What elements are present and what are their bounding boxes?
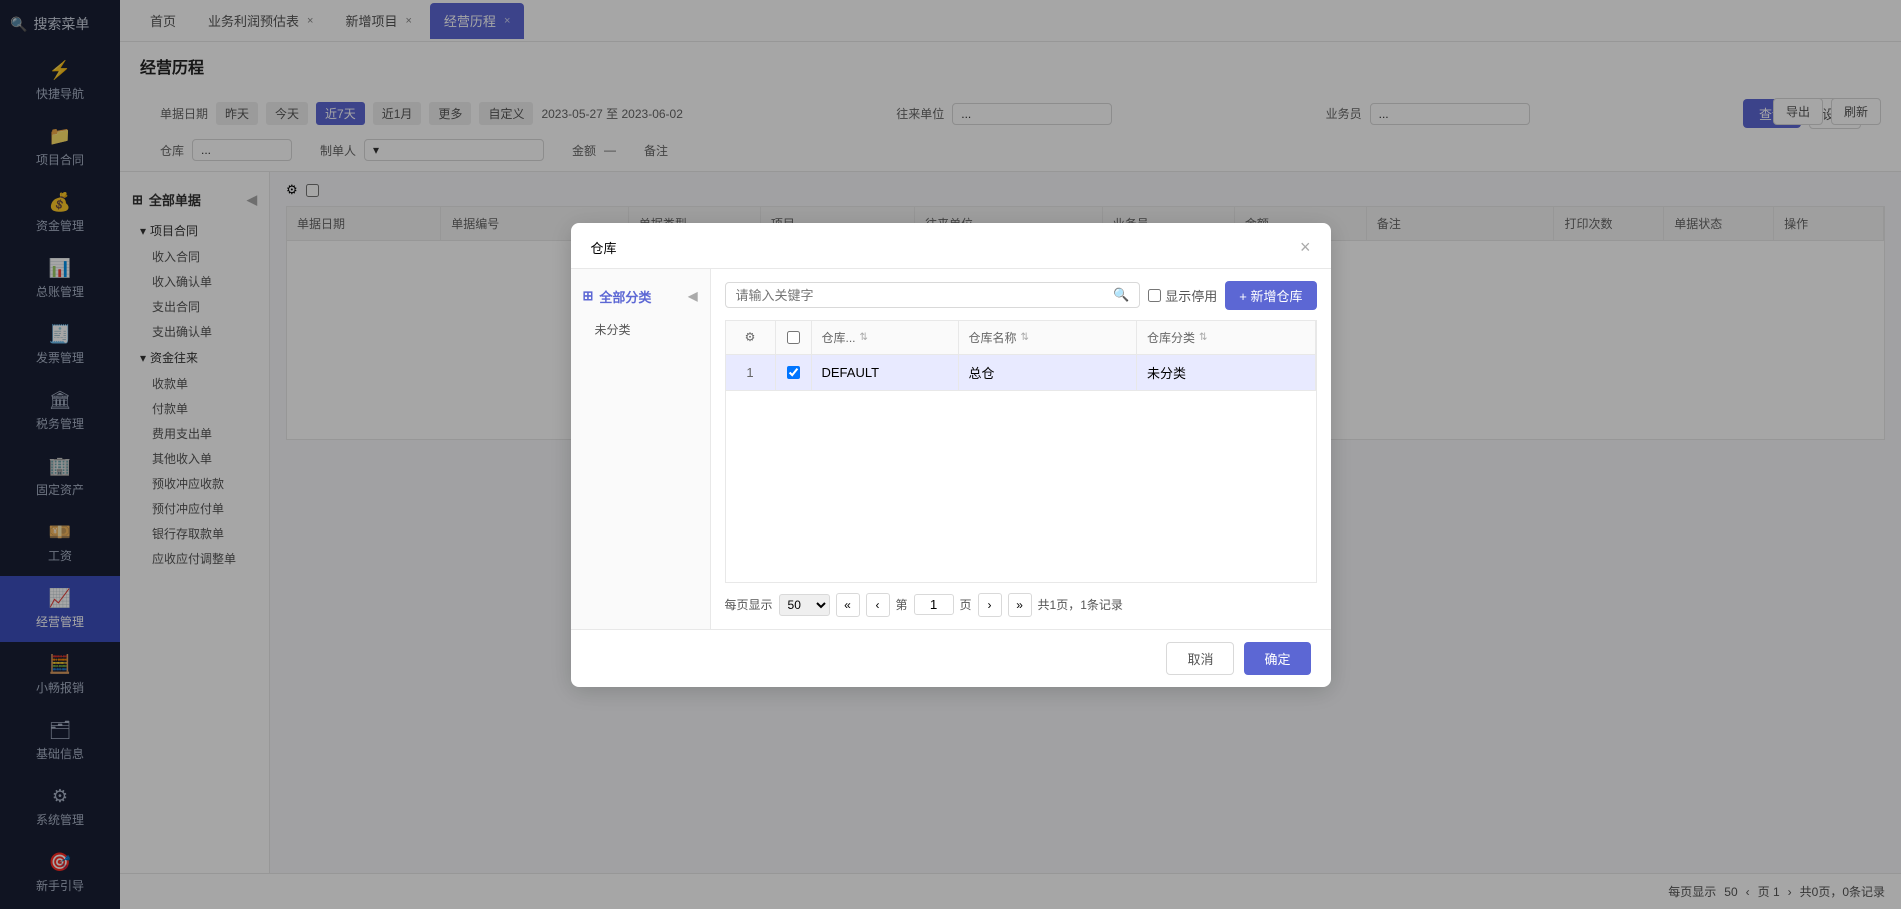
- row-category: 未分类: [1137, 355, 1316, 390]
- modal-search-box[interactable]: 🔍: [725, 282, 1141, 308]
- modal-th-category: 仓库分类 ⇅: [1137, 321, 1316, 354]
- cat-sort-icon[interactable]: ⇅: [1199, 332, 1207, 343]
- row-checkbox[interactable]: [776, 355, 812, 390]
- modal-per-page-label: 每页显示: [725, 596, 773, 613]
- modal-first-page[interactable]: «: [836, 593, 860, 617]
- table-row[interactable]: 1 DEFAULT 总仓 未分类: [726, 355, 1316, 391]
- warehouse-modal: 仓库 × ⊞ 全部分类 ◀ 未分类 🔍 显示停用: [571, 223, 1331, 687]
- modal-left-all-category[interactable]: ⊞ 全部分类 ◀: [571, 279, 710, 314]
- modal-table: ⚙ 仓库... ⇅ 仓库名称 ⇅ 仓库分类 ⇅: [725, 320, 1317, 583]
- modal-search-input[interactable]: [736, 288, 1108, 303]
- modal-th-code: 仓库... ⇅: [812, 321, 959, 354]
- modal-page-input[interactable]: [914, 594, 954, 615]
- show-disabled-label: 显示停用: [1165, 286, 1217, 305]
- modal-per-page-select[interactable]: 50 100: [779, 594, 830, 616]
- modal-toolbar: 🔍 显示停用 + 新增仓库: [725, 281, 1317, 310]
- modal-left-panel: ⊞ 全部分类 ◀ 未分类: [571, 269, 711, 629]
- modal-left-all-label: 全部分类: [599, 287, 651, 306]
- modal-header: 仓库 ×: [571, 223, 1331, 269]
- modal-right-panel: 🔍 显示停用 + 新增仓库 ⚙ 仓库...: [711, 269, 1331, 629]
- modal-body: ⊞ 全部分类 ◀ 未分类 🔍 显示停用 + 新增仓库: [571, 269, 1331, 629]
- modal-th-code-label: 仓库...: [822, 329, 856, 346]
- modal-close-button[interactable]: ×: [1300, 237, 1311, 258]
- modal-prev-page[interactable]: ‹: [866, 593, 890, 617]
- show-disabled-checkbox[interactable]: 显示停用: [1148, 286, 1217, 305]
- modal-th-category-label: 仓库分类: [1147, 329, 1195, 346]
- confirm-button[interactable]: 确定: [1244, 642, 1310, 675]
- name-sort-icon[interactable]: ⇅: [1021, 332, 1029, 343]
- modal-pagination: 每页显示 50 100 « ‹ 第 页 › » 共1页，1条记录: [725, 583, 1317, 617]
- modal-table-header: ⚙ 仓库... ⇅ 仓库名称 ⇅ 仓库分类 ⇅: [726, 321, 1316, 355]
- grid-icon2: ⊞: [583, 288, 594, 304]
- modal-last-page[interactable]: »: [1008, 593, 1032, 617]
- row-check-input[interactable]: [787, 366, 800, 379]
- row-seq: 1: [726, 355, 776, 390]
- modal-th-name: 仓库名称 ⇅: [959, 321, 1138, 354]
- modal-total-label: 共1页，1条记录: [1038, 596, 1123, 613]
- modal-page-label: 第: [896, 596, 908, 613]
- modal-left-unclassified[interactable]: 未分类: [571, 314, 710, 345]
- show-disabled-input[interactable]: [1148, 289, 1161, 302]
- code-sort-icon[interactable]: ⇅: [860, 332, 868, 343]
- modal-th-checkbox[interactable]: [776, 321, 812, 354]
- modal-title: 仓库: [591, 238, 617, 257]
- modal-footer: 取消 确定: [571, 629, 1331, 687]
- row-name: 总仓: [959, 355, 1138, 390]
- modal-page-suffix: 页: [960, 596, 972, 613]
- modal-next-page[interactable]: ›: [978, 593, 1002, 617]
- cancel-button[interactable]: 取消: [1166, 642, 1234, 675]
- add-warehouse-button[interactable]: + 新增仓库: [1225, 281, 1316, 310]
- modal-select-all-checkbox[interactable]: [787, 331, 800, 344]
- modal-left-scroll: 未分类: [571, 314, 710, 345]
- modal-left-collapse[interactable]: ◀: [688, 289, 697, 303]
- row-code: DEFAULT: [812, 355, 959, 390]
- table-config-icon: ⚙: [745, 330, 756, 344]
- modal-search-icon: 🔍: [1113, 287, 1129, 303]
- modal-th-settings[interactable]: ⚙: [726, 321, 776, 354]
- modal-th-name-label: 仓库名称: [969, 329, 1017, 346]
